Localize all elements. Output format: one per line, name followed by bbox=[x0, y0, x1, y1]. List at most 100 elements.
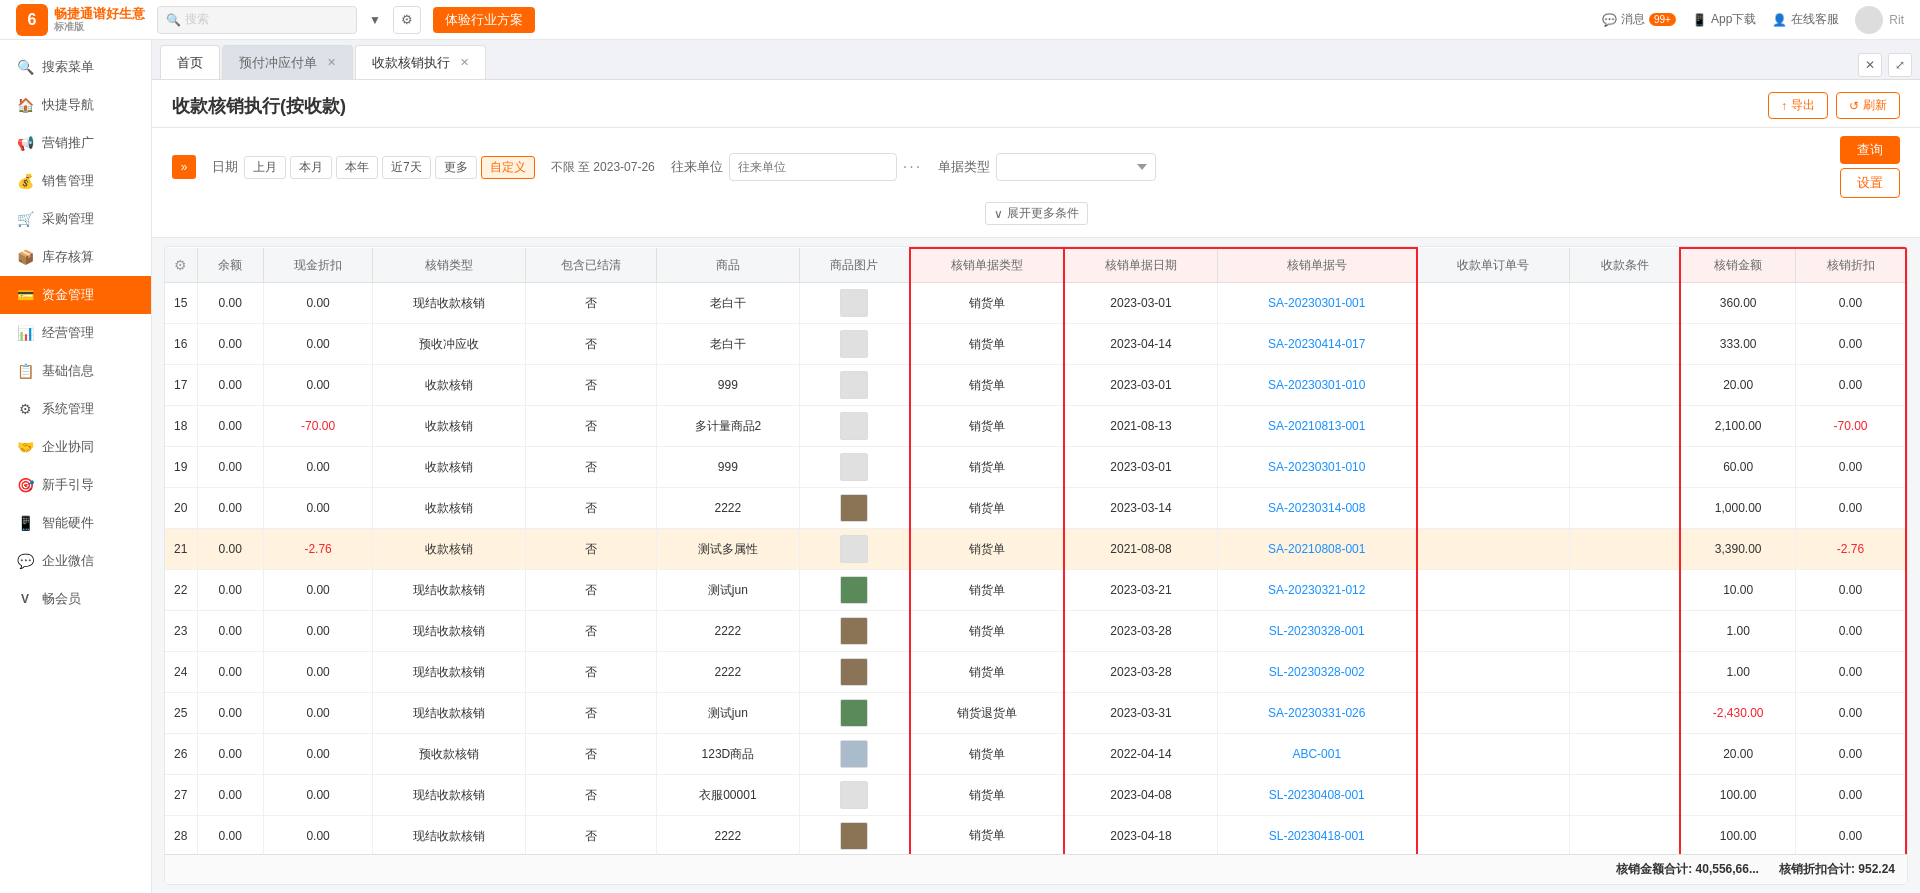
bill-no-link[interactable]: SA-20230301-010 bbox=[1268, 460, 1365, 474]
online-service-btn[interactable]: 👤 在线客服 bbox=[1772, 11, 1839, 28]
td-include-settled: 否 bbox=[525, 365, 656, 406]
member-icon: V bbox=[16, 590, 34, 608]
tab-collection-label: 收款核销执行 bbox=[372, 54, 450, 72]
td-verify-type: 现结收款核销 bbox=[373, 283, 526, 324]
tab-prepay[interactable]: 预付冲应付单 ✕ bbox=[222, 45, 353, 79]
column-settings-icon[interactable]: ⚙ bbox=[174, 257, 187, 273]
bill-no-link[interactable]: SA-20230331-026 bbox=[1268, 706, 1365, 720]
td-verify-amount: 10.00 bbox=[1680, 570, 1795, 611]
settings-btn[interactable]: 设置 bbox=[1840, 168, 1900, 198]
sidebar-item-smart-hw[interactable]: 📱 智能硬件 bbox=[0, 504, 151, 542]
nav-dropdown[interactable]: ▼ bbox=[369, 13, 381, 27]
td-collection-order bbox=[1417, 447, 1570, 488]
td-include-settled: 否 bbox=[525, 447, 656, 488]
td-balance: 0.00 bbox=[197, 324, 263, 365]
date-range-display: 不限 至 2023-07-26 bbox=[551, 159, 655, 176]
sidebar-item-marketing[interactable]: 📢 营销推广 bbox=[0, 124, 151, 162]
bill-no-link[interactable]: SL-20230418-001 bbox=[1269, 829, 1365, 843]
date-btn-last-month[interactable]: 上月 bbox=[244, 156, 286, 179]
table-row: 18 0.00 -70.00 收款核销 否 多计量商品2 销货单 2021-08… bbox=[165, 406, 1906, 447]
td-bill-no: SA-20230321-012 bbox=[1217, 570, 1416, 611]
bill-no-link[interactable]: SA-20230414-017 bbox=[1268, 337, 1365, 351]
bill-no-link[interactable]: SA-20230314-008 bbox=[1268, 501, 1365, 515]
sidebar-item-inventory[interactable]: 📦 库存核算 bbox=[0, 238, 151, 276]
td-bill-date: 2023-03-01 bbox=[1064, 365, 1217, 406]
sidebar-item-system[interactable]: ⚙ 系统管理 bbox=[0, 390, 151, 428]
sidebar-item-guide[interactable]: 🎯 新手引导 bbox=[0, 466, 151, 504]
logo-icon: 6 bbox=[16, 4, 48, 36]
export-btn[interactable]: ↑ 导出 bbox=[1768, 92, 1828, 119]
date-btn-custom[interactable]: 自定义 bbox=[481, 156, 535, 179]
sidebar-item-quick-nav[interactable]: 🏠 快捷导航 bbox=[0, 86, 151, 124]
bill-no-link[interactable]: SL-20230328-001 bbox=[1269, 624, 1365, 638]
bill-no-link[interactable]: SA-20210813-001 bbox=[1268, 419, 1365, 433]
content-area: 首页 预付冲应付单 ✕ 收款核销执行 ✕ ✕ ⤢ 收款核销执行(按收款) bbox=[152, 40, 1920, 893]
sidebar-item-finance[interactable]: 💳 资金管理 bbox=[0, 276, 151, 314]
sidebar-item-search[interactable]: 🔍 搜索菜单 bbox=[0, 48, 151, 86]
td-verify-amount: 20.00 bbox=[1680, 734, 1795, 775]
gear-icon: ⚙ bbox=[401, 12, 413, 27]
tab-close-btn[interactable]: ✕ bbox=[1858, 53, 1882, 77]
message-btn[interactable]: 💬 消息 99+ bbox=[1602, 11, 1676, 28]
bill-no-link[interactable]: SA-20230321-012 bbox=[1268, 583, 1365, 597]
tab-expand-btn[interactable]: ⤢ bbox=[1888, 53, 1912, 77]
sidebar-item-sales[interactable]: 💰 销售管理 bbox=[0, 162, 151, 200]
sidebar-item-basic-info[interactable]: 📋 基础信息 bbox=[0, 352, 151, 390]
bill-no-link[interactable]: SA-20230301-010 bbox=[1268, 378, 1365, 392]
enterprise-icon: 🤝 bbox=[16, 438, 34, 456]
td-product-image bbox=[799, 693, 909, 734]
bill-type-select[interactable] bbox=[996, 153, 1156, 181]
sidebar-item-member[interactable]: V 畅会员 bbox=[0, 580, 151, 618]
tab-home[interactable]: 首页 bbox=[160, 45, 220, 79]
industry-btn[interactable]: 体验行业方案 bbox=[433, 7, 535, 33]
td-include-settled: 否 bbox=[525, 283, 656, 324]
table-scroll[interactable]: ⚙ 余额 现金折扣 核销类型 包含已结清 商品 商品图片 核销单据类型 核销单据… bbox=[165, 247, 1907, 854]
date-btn-more[interactable]: 更多 bbox=[435, 156, 477, 179]
td-id: 17 bbox=[165, 365, 197, 406]
td-id: 27 bbox=[165, 775, 197, 816]
user-info[interactable]: Rit bbox=[1855, 6, 1904, 34]
td-verify-discount: 0.00 bbox=[1796, 570, 1906, 611]
partner-ellipsis[interactable]: ··· bbox=[903, 158, 922, 176]
bill-no-link[interactable]: SA-20230301-001 bbox=[1268, 296, 1365, 310]
app-download-btn[interactable]: 📱 App下载 bbox=[1692, 11, 1756, 28]
partner-input[interactable] bbox=[729, 153, 897, 181]
bill-no-link[interactable]: SL-20230328-002 bbox=[1269, 665, 1365, 679]
sidebar-item-operations[interactable]: 📊 经营管理 bbox=[0, 314, 151, 352]
bill-no-link[interactable]: SL-20230408-001 bbox=[1269, 788, 1365, 802]
td-bill-date: 2021-08-13 bbox=[1064, 406, 1217, 447]
sidebar-item-wechat[interactable]: 💬 企业微信 bbox=[0, 542, 151, 580]
tab-bar: 首页 预付冲应付单 ✕ 收款核销执行 ✕ ✕ ⤢ bbox=[152, 40, 1920, 80]
refresh-btn[interactable]: ↺ 刷新 bbox=[1836, 92, 1900, 119]
expand-btn[interactable]: ∨ 展开更多条件 bbox=[985, 202, 1088, 225]
settings-button[interactable]: ⚙ bbox=[393, 6, 421, 34]
date-btn-this-month[interactable]: 本月 bbox=[290, 156, 332, 179]
query-btn[interactable]: 查询 bbox=[1840, 136, 1900, 164]
td-bill-type: 销货单 bbox=[910, 734, 1064, 775]
search-box[interactable]: 🔍 搜索 bbox=[157, 6, 357, 34]
td-verify-type: 现结收款核销 bbox=[373, 816, 526, 855]
tab-collection-close[interactable]: ✕ bbox=[460, 56, 469, 69]
sidebar: 🔍 搜索菜单 🏠 快捷导航 📢 营销推广 💰 销售管理 🛒 采购管理 📦 库存核… bbox=[0, 40, 152, 893]
filter-toggle-btn[interactable]: » bbox=[172, 155, 196, 179]
tab-prepay-close[interactable]: ✕ bbox=[327, 56, 336, 69]
td-balance: 0.00 bbox=[197, 570, 263, 611]
sidebar-label-search: 搜索菜单 bbox=[42, 58, 94, 76]
sidebar-item-purchase[interactable]: 🛒 采购管理 bbox=[0, 200, 151, 238]
brand-name: 畅捷通谱好生意 bbox=[54, 6, 145, 22]
bill-no-link[interactable]: ABC-001 bbox=[1292, 747, 1341, 761]
sidebar-label-wechat: 企业微信 bbox=[42, 552, 94, 570]
expand-label: 展开更多条件 bbox=[1007, 205, 1079, 222]
date-btn-7days[interactable]: 近7天 bbox=[382, 156, 431, 179]
td-cash-discount: 0.00 bbox=[263, 816, 372, 855]
partner-label: 往来单位 bbox=[671, 158, 723, 176]
td-collection-order bbox=[1417, 652, 1570, 693]
td-cash-discount: 0.00 bbox=[263, 693, 372, 734]
td-bill-no: SL-20230408-001 bbox=[1217, 775, 1416, 816]
date-btn-this-year[interactable]: 本年 bbox=[336, 156, 378, 179]
td-product-image bbox=[799, 734, 909, 775]
sidebar-item-enterprise[interactable]: 🤝 企业协同 bbox=[0, 428, 151, 466]
bill-no-link[interactable]: SA-20210808-001 bbox=[1268, 542, 1365, 556]
tab-collection[interactable]: 收款核销执行 ✕ bbox=[355, 45, 486, 79]
td-product: 测试jun bbox=[656, 693, 799, 734]
